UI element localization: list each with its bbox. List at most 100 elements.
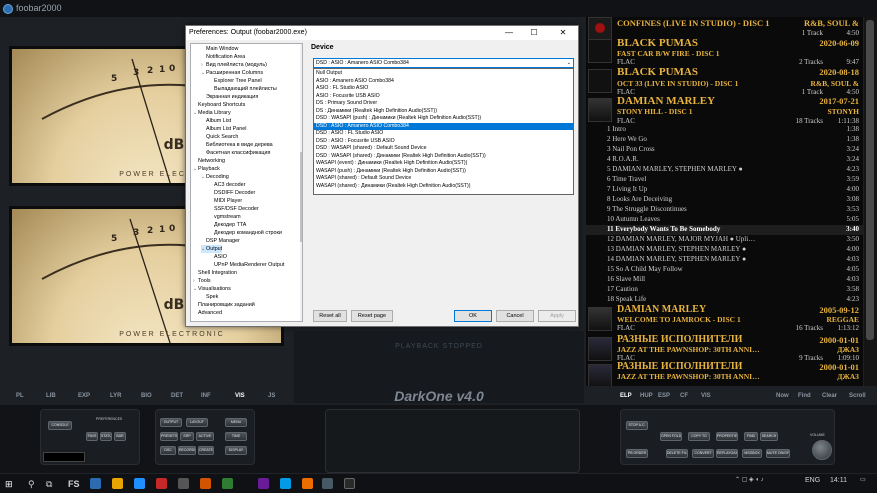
album-art[interactable] (588, 307, 612, 331)
device-option[interactable]: DSD : ASIO : FL Studio ASIO (314, 130, 573, 137)
tab-clear[interactable]: Clear (822, 388, 837, 404)
reset-all-button[interactable]: Reset all (313, 310, 347, 322)
time-button[interactable]: TIME (225, 432, 247, 441)
dsc-button[interactable]: DSC (160, 446, 176, 455)
status-button[interactable]: STATUS (100, 432, 112, 441)
tree-item[interactable]: Библиотека в виде дерева (201, 141, 273, 149)
create-button[interactable]: CREATE (198, 446, 214, 455)
app-icon-green[interactable] (222, 478, 233, 489)
tree-item[interactable]: Keyboard Shortcuts (193, 101, 245, 109)
find-button[interactable]: FIND (744, 432, 758, 441)
tree-item[interactable]: ⌄Media Library (193, 109, 231, 117)
tab-cf[interactable]: CF (680, 388, 688, 404)
tree-item[interactable]: Notification Area (201, 53, 245, 61)
tree-item[interactable]: Spek (201, 293, 218, 301)
mute-button[interactable]: MUTE ON/OFF (766, 449, 790, 458)
tree-item[interactable]: DSDIFF Decoder (209, 189, 255, 197)
device-option[interactable]: WASAPI (shared) : Default Sound Device (314, 175, 573, 182)
device-option[interactable]: DS : Primary Sound Driver (314, 100, 573, 107)
album-art[interactable] (588, 337, 612, 361)
tab-exp[interactable]: EXP (78, 388, 90, 404)
tree-item[interactable]: AC3 decoder (209, 181, 245, 189)
tree-item[interactable]: Экранная индикация (201, 93, 258, 101)
tree-item[interactable]: Main Window (201, 45, 238, 53)
tree-item[interactable]: ⌄Visualisations (193, 285, 231, 293)
device-dropdown[interactable]: DSD : ASIO : Amanero ASIO Combo384 ⌄ (313, 58, 574, 68)
app-icon-red[interactable] (156, 478, 167, 489)
tree-item[interactable]: › Вид плейлиста (модуль) (201, 61, 267, 69)
edge-icon[interactable] (134, 478, 145, 489)
tree-item[interactable]: MIDI Player (209, 197, 242, 205)
ok-button[interactable]: OK (454, 310, 492, 322)
album-art[interactable] (588, 69, 612, 93)
tree-item[interactable]: Выпадающий плейлисты (209, 85, 277, 93)
tab-bio[interactable]: BIO (141, 388, 152, 404)
tree-item[interactable]: Фасетная классификация (201, 149, 270, 157)
device-option[interactable]: DSD : WASAPI (push) : Динамики (Realtek … (314, 115, 573, 122)
device-option[interactable]: DS : Динамики (Realtek High Definition A… (314, 108, 573, 115)
playlist-panel[interactable]: CONFINES (LIVE IN STUDIO) - DISC 1 R&B, S… (586, 17, 863, 386)
reset-page-button[interactable]: Reset page (351, 310, 393, 322)
msgbox-button[interactable]: MSGBOX (742, 449, 762, 458)
tree-item[interactable]: Декодер TTA (209, 221, 246, 229)
clock[interactable]: 14:11 (830, 477, 847, 484)
preferences-tree[interactable]: Main Window Notification Area › Вид плейлис… (190, 43, 303, 322)
device-list[interactable]: Null Output ASIO : Amanero ASIO Combo384 A… (313, 68, 574, 195)
tab-det[interactable]: DET (171, 388, 183, 404)
bar-button[interactable]: BAR (114, 432, 126, 441)
presets-button[interactable]: PRESETS (160, 432, 178, 441)
close-button[interactable]: ✕ (553, 26, 573, 40)
console-button[interactable]: CONSOLE (48, 421, 72, 430)
device-option[interactable]: DSD : WASAPI (shared) : Default Sound De… (314, 145, 573, 152)
records-button[interactable]: RECORDS (178, 446, 196, 455)
device-option[interactable]: ASIO : Focusrite USB ASIO (314, 93, 573, 100)
taskbar-fs[interactable]: FS (68, 478, 80, 490)
copy-to-button[interactable]: COPY TO (688, 432, 710, 441)
tree-item[interactable]: vgmstream (209, 213, 241, 221)
pb-order-button[interactable]: PB ORDER (626, 449, 648, 458)
tree-item[interactable]: ⌄Output (201, 245, 223, 253)
tab-esp[interactable]: ESP (658, 388, 670, 404)
output-button[interactable]: OUTPUT (160, 418, 182, 427)
tab-vis[interactable]: VIS (235, 388, 245, 404)
app-icon-amber[interactable] (302, 478, 313, 489)
search-button[interactable]: SEARCH (760, 432, 778, 441)
app-icon-purple[interactable] (258, 478, 269, 489)
device-option[interactable]: WASAPI (push) : Динамики (Realtek High D… (314, 168, 573, 175)
tab-hup[interactable]: HUP (640, 388, 653, 404)
telegram-icon[interactable] (280, 478, 291, 489)
language-indicator[interactable]: ENG (805, 477, 820, 484)
tree-item[interactable]: Quick Search (201, 133, 238, 141)
device-option[interactable]: Null Output (314, 70, 573, 77)
stop-ac-button[interactable]: STOP A.C. (626, 421, 648, 430)
taskbar-app-icon[interactable] (90, 478, 101, 489)
apply-button[interactable]: Apply (538, 310, 576, 322)
device-option[interactable]: DSD : WASAPI (shared) : Динамики (Realte… (314, 153, 573, 160)
tab-scroll[interactable]: Scroll (849, 388, 866, 404)
device-option[interactable]: WASAPI (event) : Динамики (Realtek High … (314, 160, 573, 167)
tree-item[interactable]: Explorer Tree Panel (209, 77, 262, 85)
tree-item[interactable]: UPnP MediaRenderer Output (209, 261, 284, 269)
windows-start-icon[interactable]: ⊞ (5, 478, 13, 490)
tree-item[interactable]: ⌄Расширенная Columns (201, 69, 263, 77)
device-option[interactable]: ASIO : Amanero ASIO Combo384 (314, 78, 573, 85)
maximize-button[interactable]: ☐ (524, 26, 544, 40)
tree-item[interactable]: Декодер командной строки (209, 229, 282, 237)
tab-pl[interactable]: PL (16, 388, 24, 404)
tree-item[interactable]: Album List Panel (201, 125, 246, 133)
menu-button[interactable]: MENU (225, 418, 247, 427)
device-option[interactable]: ASIO : FL Studio ASIO (314, 85, 573, 92)
tree-item[interactable]: Shell Integration (193, 269, 237, 277)
track-row[interactable] (586, 125, 863, 135)
tree-item[interactable]: › Tools (193, 277, 211, 285)
minimize-button[interactable]: — (499, 26, 519, 40)
tree-item[interactable]: ⌄Decoding (201, 173, 229, 181)
device-option[interactable]: DSD : ASIO : Focusrite USB ASIO (314, 138, 573, 145)
volume-knob[interactable] (812, 440, 832, 460)
album-art[interactable] (588, 17, 612, 41)
app-icon-gray[interactable] (178, 478, 189, 489)
tab-now[interactable]: Now (776, 388, 789, 404)
tree-item[interactable]: ASIO (209, 253, 227, 261)
device-option[interactable]: WASAPI (shared) : Динамики (Realtek High… (314, 183, 573, 190)
tab-find[interactable]: Find (798, 388, 811, 404)
